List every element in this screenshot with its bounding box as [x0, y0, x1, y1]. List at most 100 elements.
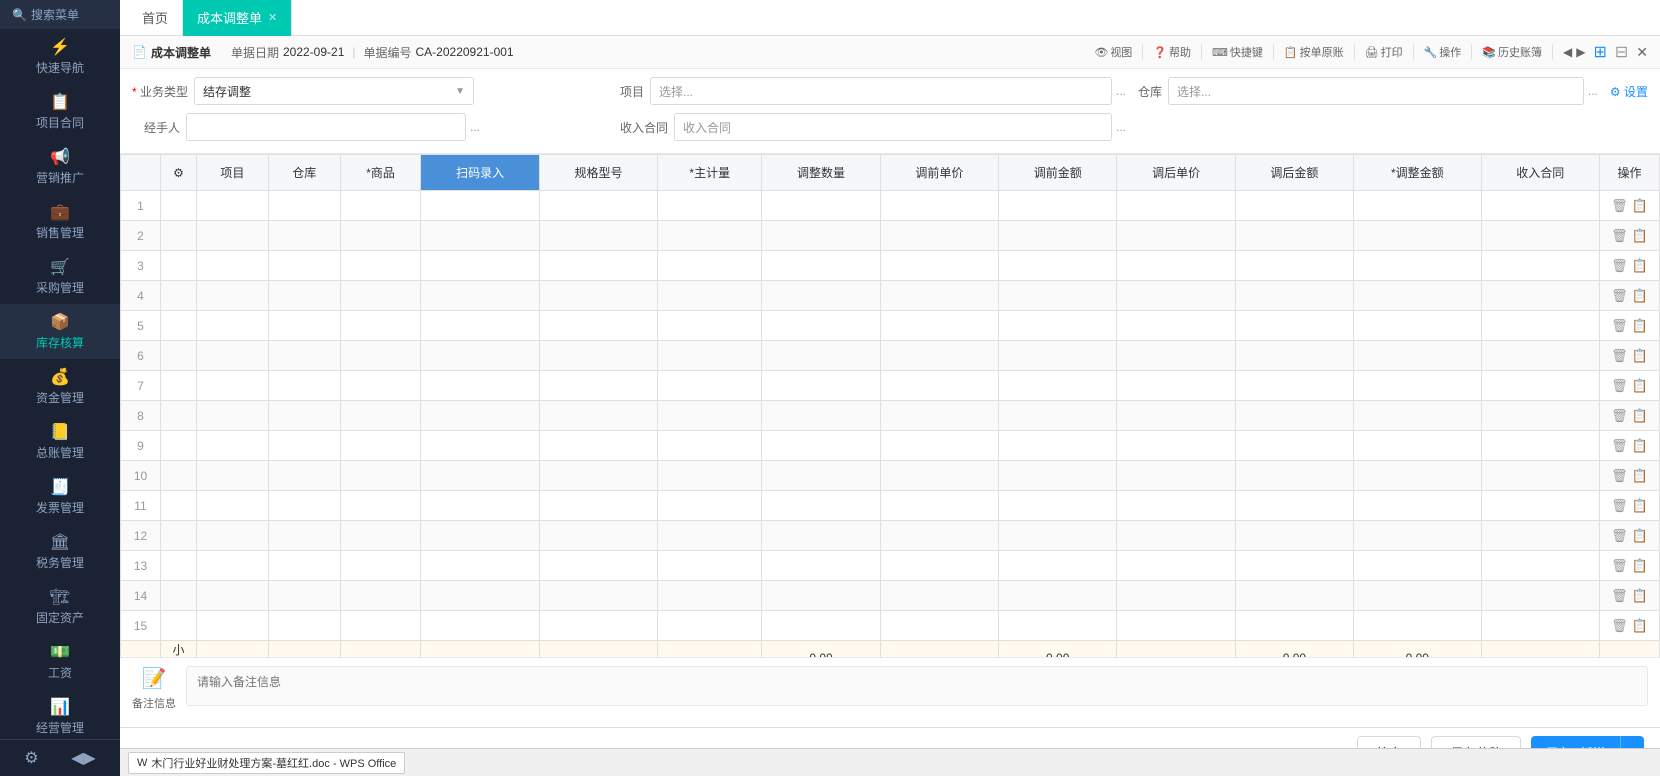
- cell-before_price[interactable]: [880, 401, 998, 431]
- delete-icon[interactable]: 🗑: [1611, 258, 1628, 274]
- revenue-contract-select[interactable]: 收入合同: [674, 113, 1112, 141]
- table-row[interactable]: 6🗑📋: [121, 341, 1660, 371]
- copy-icon[interactable]: 📋: [1632, 348, 1648, 364]
- cell-project[interactable]: [197, 551, 269, 581]
- cell-revenue_contract[interactable]: [1481, 551, 1599, 581]
- cell-before_price[interactable]: [880, 221, 998, 251]
- cell-after_amount[interactable]: [1235, 401, 1353, 431]
- cell-before_amount[interactable]: [999, 581, 1117, 611]
- delete-icon[interactable]: 🗑: [1611, 588, 1628, 604]
- cell-adjust_qty[interactable]: [762, 401, 880, 431]
- cell-adjust_amount[interactable]: [1354, 221, 1481, 251]
- sidebar-item-payroll[interactable]: 💵工资: [0, 634, 120, 689]
- cell-warehouse[interactable]: [268, 491, 340, 521]
- table-row[interactable]: 11🗑📋: [121, 491, 1660, 521]
- delete-icon[interactable]: 🗑: [1611, 288, 1628, 304]
- copy-icon[interactable]: 📋: [1632, 528, 1648, 544]
- cell-product[interactable]: [340, 491, 421, 521]
- cell-before_price[interactable]: [880, 491, 998, 521]
- copy-icon[interactable]: 📋: [1632, 498, 1648, 514]
- cell-adjust_qty[interactable]: [762, 341, 880, 371]
- cell-after_amount[interactable]: [1235, 581, 1353, 611]
- copy-icon[interactable]: 📋: [1632, 558, 1648, 574]
- cell-before_price[interactable]: [880, 311, 998, 341]
- cell-unit[interactable]: [658, 521, 762, 551]
- cell-adjust_qty[interactable]: [762, 311, 880, 341]
- cell-adjust_amount[interactable]: [1354, 401, 1481, 431]
- delete-icon[interactable]: 🗑: [1611, 558, 1628, 574]
- nav-prev-button[interactable]: ◀: [1563, 45, 1572, 59]
- cell-project[interactable]: [197, 251, 269, 281]
- cell-before_amount[interactable]: [999, 251, 1117, 281]
- nav-next-button[interactable]: ▶: [1576, 45, 1585, 59]
- cell-before_price[interactable]: [880, 611, 998, 641]
- table-row[interactable]: 12🗑📋: [121, 521, 1660, 551]
- cell-adjust_qty[interactable]: [762, 551, 880, 581]
- cell-after_amount[interactable]: [1235, 221, 1353, 251]
- cell-after_amount[interactable]: [1235, 431, 1353, 461]
- delete-icon[interactable]: 🗑: [1611, 528, 1628, 544]
- cell-after_amount[interactable]: [1235, 491, 1353, 521]
- cell-after_price[interactable]: [1117, 551, 1235, 581]
- cell-spec[interactable]: [539, 521, 657, 551]
- cell-before_amount[interactable]: [999, 281, 1117, 311]
- sidebar-item-fund-mgmt[interactable]: 💰资金管理: [0, 359, 120, 414]
- cell-adjust_qty[interactable]: [762, 221, 880, 251]
- action-help[interactable]: ❓帮助: [1153, 44, 1191, 60]
- cell-spec[interactable]: [539, 611, 657, 641]
- cell-before_price[interactable]: [880, 281, 998, 311]
- copy-icon[interactable]: 📋: [1632, 318, 1648, 334]
- cell-unit[interactable]: [658, 461, 762, 491]
- cell-after_price[interactable]: [1117, 401, 1235, 431]
- cell-scan[interactable]: [421, 281, 539, 311]
- cell-project[interactable]: [197, 521, 269, 551]
- action-print[interactable]: 🖨打印: [1365, 44, 1403, 60]
- cell-product[interactable]: [340, 341, 421, 371]
- sidebar-item-ledger-mgmt[interactable]: 📒总账管理: [0, 414, 120, 469]
- cell-spec[interactable]: [539, 341, 657, 371]
- cell-warehouse[interactable]: [268, 311, 340, 341]
- copy-icon[interactable]: 📋: [1632, 378, 1648, 394]
- cell-before_amount[interactable]: [999, 461, 1117, 491]
- delete-icon[interactable]: 🗑: [1611, 438, 1628, 454]
- delete-icon[interactable]: 🗑: [1611, 348, 1628, 364]
- cell-adjust_amount[interactable]: [1354, 551, 1481, 581]
- cell-before_amount[interactable]: [999, 191, 1117, 221]
- action-operation[interactable]: 🔧操作: [1424, 44, 1462, 60]
- cell-after_amount[interactable]: [1235, 551, 1353, 581]
- cell-after_price[interactable]: [1117, 371, 1235, 401]
- cell-warehouse[interactable]: [268, 461, 340, 491]
- cell-revenue_contract[interactable]: [1481, 341, 1599, 371]
- cell-warehouse[interactable]: [268, 581, 340, 611]
- cell-before_amount[interactable]: [999, 371, 1117, 401]
- cell-after_amount[interactable]: [1235, 521, 1353, 551]
- cell-after_price[interactable]: [1117, 431, 1235, 461]
- cell-unit[interactable]: [658, 401, 762, 431]
- table-row[interactable]: 14🗑📋: [121, 581, 1660, 611]
- cell-spec[interactable]: [539, 191, 657, 221]
- cell-after_amount[interactable]: [1235, 281, 1353, 311]
- cell-after_amount[interactable]: [1235, 191, 1353, 221]
- cell-warehouse[interactable]: [268, 521, 340, 551]
- sidebar-item-project-contract[interactable]: 📋项目合同: [0, 84, 120, 139]
- copy-icon[interactable]: 📋: [1632, 258, 1648, 274]
- cell-product[interactable]: [340, 311, 421, 341]
- cell-project[interactable]: [197, 401, 269, 431]
- cell-after_price[interactable]: [1117, 251, 1235, 281]
- cell-before_price[interactable]: [880, 581, 998, 611]
- cell-adjust_amount[interactable]: [1354, 491, 1481, 521]
- cell-after_price[interactable]: [1117, 311, 1235, 341]
- cell-product[interactable]: [340, 611, 421, 641]
- cell-unit[interactable]: [658, 491, 762, 521]
- sidebar-item-purchase-mgmt[interactable]: 🛒采购管理: [0, 249, 120, 304]
- cell-scan[interactable]: [421, 191, 539, 221]
- cell-spec[interactable]: [539, 251, 657, 281]
- cell-spec[interactable]: [539, 401, 657, 431]
- cell-project[interactable]: [197, 611, 269, 641]
- cell-revenue_contract[interactable]: [1481, 191, 1599, 221]
- cell-before_amount[interactable]: [999, 401, 1117, 431]
- cell-unit[interactable]: [658, 281, 762, 311]
- cell-revenue_contract[interactable]: [1481, 611, 1599, 641]
- cell-unit[interactable]: [658, 551, 762, 581]
- cell-adjust_amount[interactable]: [1354, 281, 1481, 311]
